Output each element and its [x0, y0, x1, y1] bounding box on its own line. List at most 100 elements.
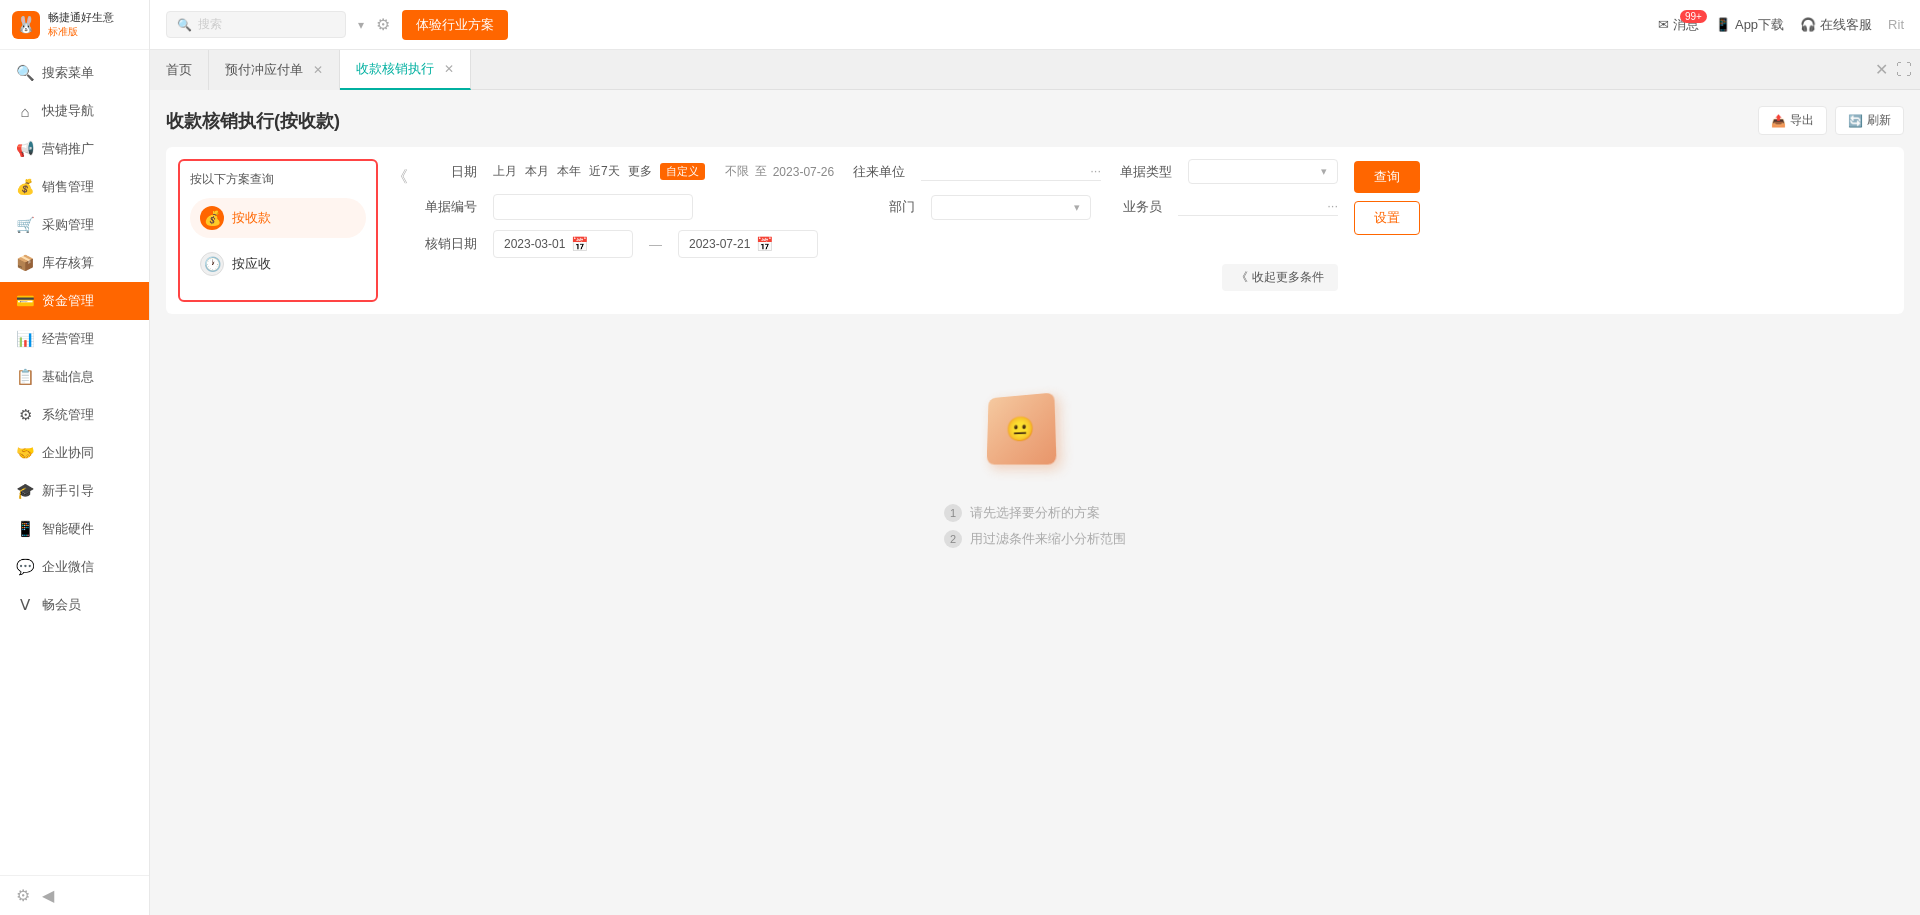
filter-more-area: 《 收起更多条件	[422, 264, 1338, 291]
collapse-more-btn[interactable]: 《 收起更多条件	[1222, 264, 1338, 291]
export-icon: 📤	[1771, 114, 1786, 128]
sidebar-item-basic[interactable]: 📋 基础信息	[0, 358, 149, 396]
sidebar-menu: 🔍 搜索菜单 ⌂ 快捷导航 📢 营销推广 💰 销售管理 🛒 采购管理 📦 库存核…	[0, 50, 149, 875]
refresh-btn[interactable]: 🔄 刷新	[1835, 106, 1904, 135]
date-more[interactable]: 更多	[628, 163, 652, 180]
date-last-month[interactable]: 上月	[493, 163, 517, 180]
date-last-7days[interactable]: 近7天	[589, 163, 620, 180]
sidebar-label-fund: 资金管理	[42, 292, 94, 310]
filter-panel-title: 按以下方案查询	[190, 171, 366, 188]
by-collection-icon: 💰	[200, 206, 224, 230]
partner-input[interactable]	[921, 163, 1086, 177]
tab-bar: 首页预付冲应付单✕ 收款核销执行 ✕ ✕ ⛶	[150, 50, 1920, 90]
tab-close-prepay[interactable]: ✕	[313, 63, 323, 77]
setting-btn[interactable]: 设置	[1354, 201, 1420, 235]
online-service-btn[interactable]: 🎧 在线客服	[1800, 16, 1872, 34]
tab-collection[interactable]: 收款核销执行 ✕	[340, 50, 471, 90]
expand-tabs-icon[interactable]: ⛶	[1896, 61, 1912, 79]
page-header: 收款核销执行(按收款) 📤 导出 🔄 刷新	[166, 106, 1904, 135]
tab-close-collection[interactable]: ✕	[444, 62, 454, 76]
refresh-icon: 🔄	[1848, 114, 1863, 128]
sidebar-item-inventory[interactable]: 📦 库存核算	[0, 244, 149, 282]
date-this-month[interactable]: 本月	[525, 163, 549, 180]
sidebar-bottom: ⚙ ◀	[0, 875, 149, 915]
logo-text: 畅捷通好生意 标准版	[48, 10, 114, 38]
purchase-icon: 🛒	[16, 216, 34, 234]
partner-ellipsis-icon[interactable]: ···	[1090, 163, 1101, 178]
topbar: 🔍 搜索 ▾ ⚙ 体验行业方案 ✉ 消息 99+ 📱 App下载 🎧 在线客服 …	[150, 0, 1920, 50]
voucher-type-select[interactable]: ▾	[1188, 159, 1338, 184]
empty-state: 😐 1 请先选择要分析的方案 2 用过滤条件来缩小分析范围	[166, 314, 1904, 636]
tab-prepay[interactable]: 预付冲应付单✕	[209, 50, 340, 90]
sidebar-label-guide: 新手引导	[42, 482, 94, 500]
sidebar-item-wechat[interactable]: 💬 企业微信	[0, 548, 149, 586]
dept-label: 部门	[860, 198, 915, 216]
voucher-no-input[interactable]	[493, 194, 693, 220]
sidebar-item-fund[interactable]: 💳 资金管理	[0, 282, 149, 320]
page-actions: 📤 导出 🔄 刷新	[1758, 106, 1904, 135]
topbar-chevron-icon[interactable]: ▾	[358, 18, 364, 32]
sidebar-item-quick-nav[interactable]: ⌂ 快捷导航	[0, 92, 149, 130]
sidebar-item-marketing[interactable]: 📢 营销推广	[0, 130, 149, 168]
sidebar-label-hardware: 智能硬件	[42, 520, 94, 538]
filter-by-receivable[interactable]: 🕐 按应收	[190, 244, 366, 284]
collapse-more-label: 收起更多条件	[1252, 269, 1324, 286]
filter-collapse-btn[interactable]: 《	[390, 167, 410, 188]
date-this-year[interactable]: 本年	[557, 163, 581, 180]
sidebar-item-hardware[interactable]: 📱 智能硬件	[0, 510, 149, 548]
close-tab-icon[interactable]: ✕	[1875, 60, 1888, 79]
enterprise-icon: 🤝	[16, 444, 34, 462]
user-avatar[interactable]: Rit	[1888, 17, 1904, 32]
sidebar-label-search: 搜索菜单	[42, 64, 94, 82]
staff-input[interactable]	[1178, 199, 1323, 213]
search-icon: 🔍	[177, 18, 192, 32]
inventory-icon: 📦	[16, 254, 34, 272]
guide-icon: 🎓	[16, 482, 34, 500]
topbar-search[interactable]: 🔍 搜索	[166, 11, 346, 38]
verify-date-start-input[interactable]: 2023-03-01 📅	[493, 230, 633, 258]
topbar-gear-icon[interactable]: ⚙	[376, 15, 390, 34]
sidebar: 🐰 畅捷通好生意 标准版 🔍 搜索菜单 ⌂ 快捷导航 📢 营销推广 💰 销售管理…	[0, 0, 150, 915]
sidebar-label-wechat: 企业微信	[42, 558, 94, 576]
collapse-sidebar-icon[interactable]: ◀	[42, 886, 54, 905]
sales-icon: 💰	[16, 178, 34, 196]
dept-select[interactable]: ▾	[931, 195, 1091, 220]
sidebar-item-purchase[interactable]: 🛒 采购管理	[0, 206, 149, 244]
sidebar-label-purchase: 采购管理	[42, 216, 94, 234]
sidebar-label-inventory: 库存核算	[42, 254, 94, 272]
staff-ellipsis-icon[interactable]: ···	[1327, 198, 1338, 213]
message-badge: 99+	[1680, 10, 1707, 23]
export-btn[interactable]: 📤 导出	[1758, 106, 1827, 135]
main-area: 🔍 搜索 ▾ ⚙ 体验行业方案 ✉ 消息 99+ 📱 App下载 🎧 在线客服 …	[150, 0, 1920, 915]
filter-by-collection[interactable]: 💰 按收款	[190, 198, 366, 238]
sidebar-label-basic: 基础信息	[42, 368, 94, 386]
sidebar-item-sales[interactable]: 💰 销售管理	[0, 168, 149, 206]
sidebar-item-member[interactable]: Ⅴ 畅会员	[0, 586, 149, 624]
sidebar-item-search[interactable]: 🔍 搜索菜单	[0, 54, 149, 92]
filter-left-panel: 按以下方案查询 💰 按收款 🕐 按应收	[178, 159, 378, 302]
message-btn[interactable]: ✉ 消息 99+	[1658, 16, 1699, 34]
sidebar-label-member: 畅会员	[42, 596, 81, 614]
date-custom-badge[interactable]: 自定义	[660, 163, 705, 180]
query-btn[interactable]: 查询	[1354, 161, 1420, 193]
industry-btn[interactable]: 体验行业方案	[402, 10, 508, 40]
hardware-icon: 📱	[16, 520, 34, 538]
filter-form: 日期 上月 本月 本年 近7天 更多 自定义 不限 至	[422, 159, 1338, 302]
sidebar-item-system[interactable]: ⚙ 系统管理	[0, 396, 149, 434]
verify-date-end-input[interactable]: 2023-07-21 📅	[678, 230, 818, 258]
sidebar-item-operation[interactable]: 📊 经营管理	[0, 320, 149, 358]
service-label: 在线客服	[1820, 16, 1872, 34]
filter-query-section: 日期 上月 本月 本年 近7天 更多 自定义 不限 至	[422, 159, 1420, 302]
wechat-icon: 💬	[16, 558, 34, 576]
tab-label-collection: 收款核销执行	[356, 60, 434, 78]
tab-home[interactable]: 首页	[150, 50, 209, 90]
sidebar-item-guide[interactable]: 🎓 新手引导	[0, 472, 149, 510]
app-download-btn[interactable]: 📱 App下载	[1715, 16, 1784, 34]
filter-rows: 日期 上月 本月 本年 近7天 更多 自定义 不限 至	[422, 159, 1338, 258]
sidebar-item-enterprise[interactable]: 🤝 企业协同	[0, 434, 149, 472]
filter-row-1: 日期 上月 本月 本年 近7天 更多 自定义 不限 至	[422, 159, 1338, 184]
settings-icon[interactable]: ⚙	[16, 886, 30, 905]
operation-icon: 📊	[16, 330, 34, 348]
sidebar-label-operation: 经营管理	[42, 330, 94, 348]
calendar-start-icon: 📅	[571, 236, 588, 252]
